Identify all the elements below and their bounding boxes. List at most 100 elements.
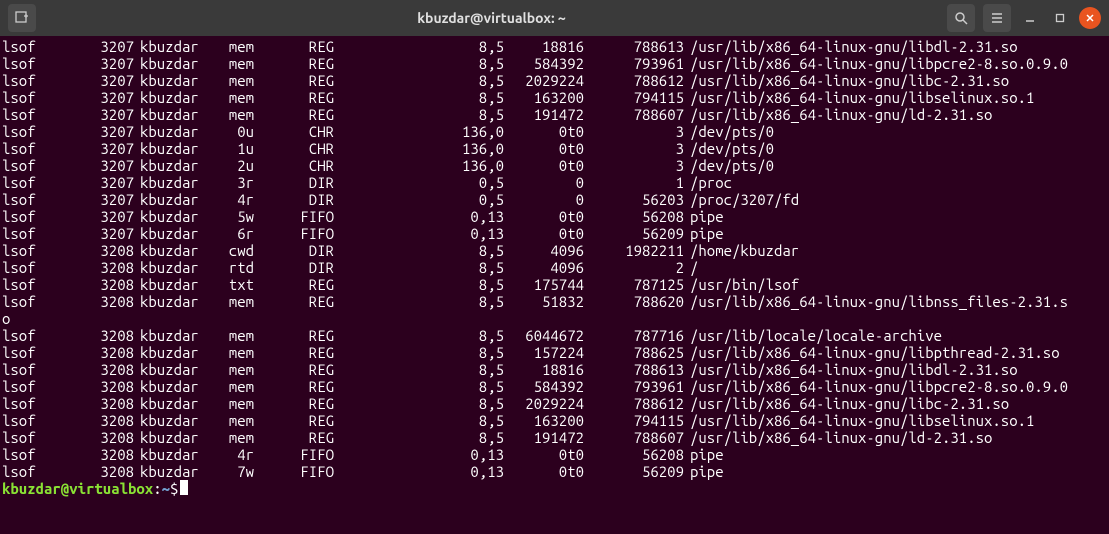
cell-user: kbuzdar — [134, 123, 204, 140]
cell-fd: mem — [204, 395, 254, 412]
cell-size: 191472 — [504, 106, 584, 123]
cell-dev: 136,0 — [334, 140, 504, 157]
cell-name: pipe — [684, 208, 1107, 225]
prompt-line[interactable]: kbuzdar@virtualbox:~$ — [2, 480, 1107, 497]
cell-cmd: lsof — [2, 293, 74, 310]
cell-cmd: lsof — [2, 412, 74, 429]
cell-dev: 0,5 — [334, 191, 504, 208]
output-row-wrap: o — [2, 310, 1107, 327]
output-row: lsof3208kbuzdar7wFIFO0,130t056209pipe — [2, 463, 1107, 480]
cell-node: 56209 — [584, 463, 684, 480]
output-row: lsof3207kbuzdarmemREG8,518816788613/usr/… — [2, 38, 1107, 55]
cell-dev: 136,0 — [334, 157, 504, 174]
cell-node: 56203 — [584, 191, 684, 208]
cell-name: /dev/pts/0 — [684, 157, 1107, 174]
cell-cmd: lsof — [2, 157, 74, 174]
cell-size: 4096 — [504, 242, 584, 259]
cell-fd: mem — [204, 344, 254, 361]
cell-user: kbuzdar — [134, 327, 204, 344]
cell-cmd: lsof — [2, 123, 74, 140]
cell-fd: 0u — [204, 123, 254, 140]
cell-user: kbuzdar — [134, 361, 204, 378]
minimize-button[interactable] — [1019, 7, 1041, 29]
cell-node: 788613 — [584, 361, 684, 378]
search-button[interactable] — [947, 4, 975, 32]
cell-type: REG — [254, 412, 334, 429]
cell-size: 163200 — [504, 89, 584, 106]
cell-user: kbuzdar — [134, 38, 204, 55]
cell-type: REG — [254, 429, 334, 446]
cell-size: 0t0 — [504, 446, 584, 463]
cell-user: kbuzdar — [134, 446, 204, 463]
output-row: lsof3208kbuzdarcwdDIR8,540961982211/home… — [2, 242, 1107, 259]
cell-cmd: lsof — [2, 395, 74, 412]
search-icon — [954, 11, 968, 25]
cell-size: 0 — [504, 191, 584, 208]
maximize-icon — [1055, 13, 1065, 23]
close-button[interactable] — [1079, 7, 1101, 29]
cell-cmd: lsof — [2, 38, 74, 55]
cell-type: FIFO — [254, 446, 334, 463]
menu-button[interactable] — [983, 4, 1011, 32]
cell-node: 56209 — [584, 225, 684, 242]
cell-cmd: lsof — [2, 463, 74, 480]
close-icon — [1085, 13, 1095, 23]
cell-fd: 1u — [204, 140, 254, 157]
cell-fd: mem — [204, 378, 254, 395]
cell-node: 788620 — [584, 293, 684, 310]
output-row: lsof3207kbuzdar2uCHR136,00t03/dev/pts/0 — [2, 157, 1107, 174]
cell-size: 2029224 — [504, 72, 584, 89]
cell-pid: 3208 — [74, 276, 134, 293]
cell-type: DIR — [254, 191, 334, 208]
cell-user: kbuzdar — [134, 208, 204, 225]
cell-node: 794115 — [584, 412, 684, 429]
cursor — [180, 480, 188, 495]
cell-pid: 3207 — [74, 208, 134, 225]
cell-type: REG — [254, 395, 334, 412]
cell-pid: 3208 — [74, 293, 134, 310]
cell-cmd: lsof — [2, 208, 74, 225]
cell-dev: 8,5 — [334, 293, 504, 310]
prompt-symbol: $ — [170, 480, 178, 497]
cell-fd: mem — [204, 38, 254, 55]
cell-fd: mem — [204, 89, 254, 106]
cell-dev: 8,5 — [334, 344, 504, 361]
window-title: kbuzdar@virtualbox: ~ — [36, 10, 947, 26]
cell-fd: mem — [204, 429, 254, 446]
cell-pid: 3208 — [74, 395, 134, 412]
cell-type: DIR — [254, 259, 334, 276]
new-tab-button[interactable] — [8, 4, 36, 32]
cell-node: 794115 — [584, 89, 684, 106]
cell-size: 4096 — [504, 259, 584, 276]
cell-size: 0t0 — [504, 140, 584, 157]
cell-fd: 6r — [204, 225, 254, 242]
cell-fd: 7w — [204, 463, 254, 480]
cell-dev: 8,5 — [334, 412, 504, 429]
cell-name: /usr/lib/x86_64-linux-gnu/libselinux.so.… — [684, 89, 1107, 106]
cell-pid: 3207 — [74, 123, 134, 140]
cell-dev: 0,13 — [334, 446, 504, 463]
cell-user: kbuzdar — [134, 157, 204, 174]
terminal-output[interactable]: lsof3207kbuzdarmemREG8,518816788613/usr/… — [0, 36, 1109, 499]
maximize-button[interactable] — [1049, 7, 1071, 29]
cell-name: pipe — [684, 446, 1107, 463]
cell-node: 56208 — [584, 446, 684, 463]
cell-pid: 3208 — [74, 327, 134, 344]
cell-pid: 3207 — [74, 106, 134, 123]
prompt-colon: : — [153, 480, 161, 497]
output-row: lsof3208kbuzdartxtREG8,5175744787125/usr… — [2, 276, 1107, 293]
cell-node: 787716 — [584, 327, 684, 344]
output-row: lsof3208kbuzdarmemREG8,5191472788607/usr… — [2, 429, 1107, 446]
cell-pid: 3208 — [74, 344, 134, 361]
cell-user: kbuzdar — [134, 72, 204, 89]
cell-type: FIFO — [254, 208, 334, 225]
cell-dev: 0,13 — [334, 225, 504, 242]
cell-cmd: lsof — [2, 276, 74, 293]
cell-dev: 8,5 — [334, 327, 504, 344]
output-row: lsof3207kbuzdarmemREG8,5191472788607/usr… — [2, 106, 1107, 123]
cell-fd: cwd — [204, 242, 254, 259]
cell-fd: 2u — [204, 157, 254, 174]
cell-dev: 8,5 — [334, 38, 504, 55]
cell-size: 18816 — [504, 38, 584, 55]
cell-name: pipe — [684, 225, 1107, 242]
